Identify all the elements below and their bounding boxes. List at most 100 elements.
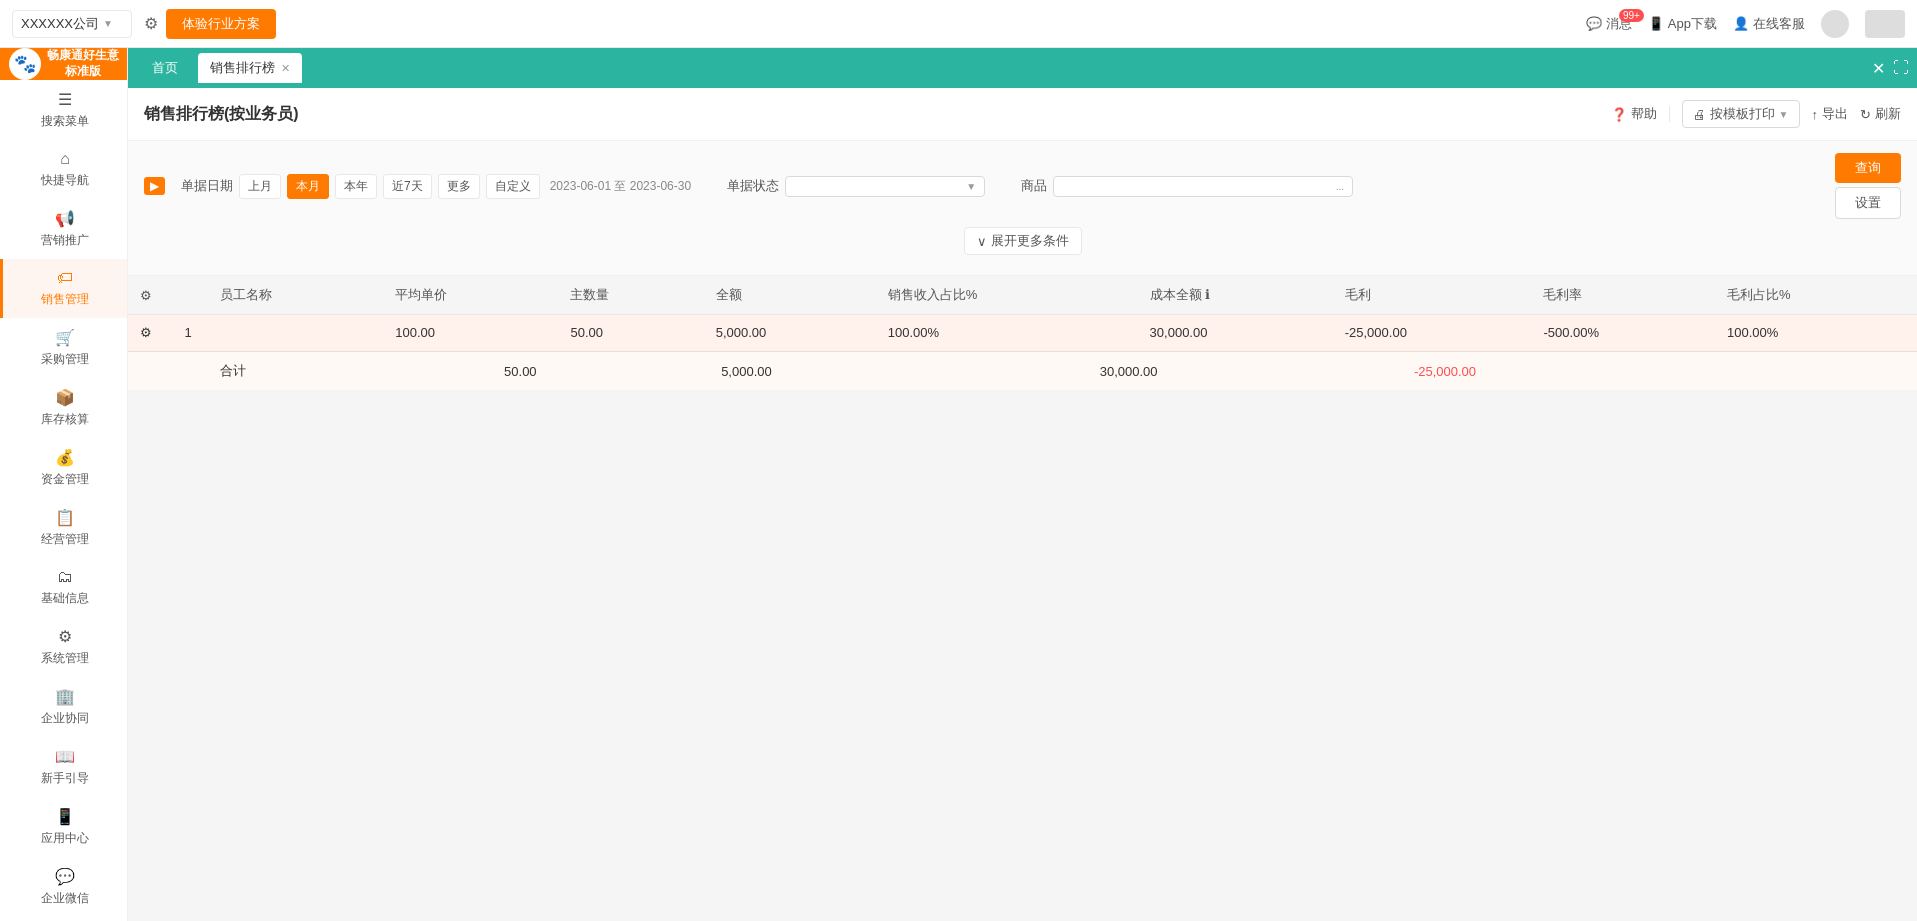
sidebar-item-label: 搜索菜单	[41, 113, 89, 130]
col-header-settings: ⚙	[128, 276, 168, 315]
sidebar-item-purchase[interactable]: 🛒 采购管理	[0, 318, 127, 378]
sidebar-item-app-center[interactable]: 📱 应用中心	[0, 797, 127, 857]
help-button[interactable]: ❓ 帮助	[1611, 105, 1657, 123]
sidebar-item-enterprise-wx[interactable]: 💬 企业微信	[0, 857, 127, 917]
row-gross: -25,000.00	[1333, 315, 1532, 351]
date-btn-more[interactable]: 更多	[438, 174, 480, 199]
export-button[interactable]: ↑ 导出	[1812, 105, 1849, 123]
date-btn-7days[interactable]: 近7天	[383, 174, 432, 199]
expand-conditions-button[interactable]: ∨ 展开更多条件	[964, 227, 1082, 255]
footer-sales-pct	[996, 352, 1088, 391]
status-select[interactable]: ▼	[785, 176, 985, 197]
inventory-icon: 📦	[55, 388, 75, 407]
date-range-display: 2023-06-01 至 2023-06-30	[550, 178, 691, 195]
footer-row: 合计 50.00 5,000.00	[128, 352, 1917, 391]
date-btn-this-year[interactable]: 本年	[335, 174, 377, 199]
sidebar-item-quick-nav[interactable]: ⌂ 快捷导航	[0, 140, 127, 199]
enterprise-icon: 🏢	[55, 687, 75, 706]
sidebar-item-label: 采购管理	[41, 351, 89, 368]
tab-home[interactable]: 首页	[136, 53, 194, 83]
row-gross-rate: -500.00%	[1531, 315, 1715, 351]
tab-bar-right: ✕ ⛶	[1872, 59, 1909, 78]
date-btn-custom[interactable]: 自定义	[486, 174, 540, 199]
guide-icon: 📖	[55, 747, 75, 766]
print-chevron-icon: ▼	[1779, 109, 1789, 120]
sidebar-item-operations[interactable]: 📋 经营管理	[0, 498, 127, 558]
print-button[interactable]: 🖨 按模板打印 ▼	[1682, 100, 1800, 128]
col-header-gross: 毛利	[1333, 276, 1532, 315]
sidebar-item-label: 企业协同	[41, 710, 89, 727]
page-title: 销售排行榜(按业务员)	[144, 104, 1611, 125]
date-btn-last-month[interactable]: 上月	[239, 174, 281, 199]
operations-icon: 📋	[55, 508, 75, 527]
basic-info-icon: 🗂	[57, 568, 73, 586]
top-bar: XXXXXX公司 ▼ ⚙ 体验行业方案 💬 消息 99+ 📱 App下载 👤 在…	[0, 0, 1917, 48]
footer-cost: 30,000.00	[1088, 352, 1402, 391]
sidebar-item-label: 库存核算	[41, 411, 89, 428]
avatar[interactable]	[1821, 10, 1849, 38]
wechat-icon: 💬	[55, 867, 75, 886]
expand-icon: ∨	[977, 234, 987, 249]
logo-icon: 🐾	[9, 48, 41, 80]
sidebar-item-sales[interactable]: 🏷 销售管理	[0, 259, 127, 318]
sidebar-item-search-order[interactable]: ☰ 搜索菜单	[0, 80, 127, 140]
tab-sales-ranking[interactable]: 销售排行榜 ✕	[198, 53, 302, 83]
filter-status: 单据状态 ▼	[727, 176, 985, 197]
settings-button[interactable]: 设置	[1835, 187, 1901, 219]
company-selector[interactable]: XXXXXX公司 ▼	[12, 10, 132, 38]
settings-gear-icon[interactable]: ⚙	[144, 14, 158, 33]
message-button[interactable]: 💬 消息 99+	[1586, 15, 1632, 33]
refresh-icon: ↻	[1860, 107, 1871, 122]
tab-bar: 首页 销售排行榜 ✕ ✕ ⛶	[128, 48, 1917, 88]
row-qty: 50.00	[558, 315, 703, 351]
sidebar-item-basic-info[interactable]: 🗂 基础信息	[0, 558, 127, 617]
message-badge: 99+	[1619, 9, 1644, 22]
app-center-icon: 📱	[55, 807, 75, 826]
app-download-button[interactable]: 📱 App下载	[1648, 15, 1717, 33]
sidebar-item-label: 新手引导	[41, 770, 89, 787]
sidebar-item-enterprise[interactable]: 🏢 企业协同	[0, 677, 127, 737]
sidebar-item-finance[interactable]: 💰 资金管理	[0, 438, 127, 498]
col-header-rank	[168, 276, 208, 315]
goods-dots: ...	[1336, 181, 1344, 192]
content-area: 首页 销售排行榜 ✕ ✕ ⛶ 销售排行榜(按业务员)	[128, 48, 1917, 921]
tab-label: 销售排行榜	[210, 59, 275, 77]
goods-select[interactable]: ...	[1053, 176, 1353, 197]
sidebar: 🐾 畅康通好生意 标准版 ☰ 搜索菜单 ⌂ 快捷导航 📢 营销推广 🏷	[0, 48, 128, 921]
query-button[interactable]: 查询	[1835, 153, 1901, 183]
service-icon: 👤	[1733, 16, 1749, 31]
table-settings-icon[interactable]: ⚙	[140, 288, 152, 303]
purchase-icon: 🛒	[55, 328, 75, 347]
help-icon: ❓	[1611, 107, 1627, 122]
row-settings-cell[interactable]: ⚙	[128, 315, 168, 351]
online-service-button[interactable]: 👤 在线客服	[1733, 15, 1805, 33]
sidebar-item-inventory[interactable]: 📦 库存核算	[0, 378, 127, 438]
footer-gross: -25,000.00	[1402, 352, 1733, 391]
row-amount: 5,000.00	[704, 315, 876, 351]
sidebar-item-marketing[interactable]: 📢 营销推广	[0, 199, 127, 259]
expand-window-icon[interactable]: ⛶	[1893, 59, 1909, 77]
try-plan-button[interactable]: 体验行业方案	[166, 9, 276, 39]
footer-empty-2	[168, 352, 208, 391]
goods-filter-label: 商品	[1021, 177, 1047, 195]
company-name: XXXXXX公司	[21, 15, 99, 33]
sidebar-item-guide[interactable]: 📖 新手引导	[0, 737, 127, 797]
date-btn-this-month[interactable]: 本月	[287, 174, 329, 199]
footer-empty-1	[128, 352, 168, 391]
sidebar-item-label: 经营管理	[41, 531, 89, 548]
refresh-button[interactable]: ↻ 刷新	[1860, 105, 1901, 123]
print-icon: 🖨	[1693, 107, 1706, 122]
row-avg-price: 100.00	[383, 315, 558, 351]
sidebar-item-member[interactable]: ♛ 畅会员	[0, 917, 127, 921]
search-order-icon: ☰	[58, 90, 72, 109]
marketing-icon: 📢	[55, 209, 75, 228]
data-table: ⚙ 员工名称 平均单价	[128, 276, 1917, 351]
filter-arrow-btn[interactable]: ▶	[144, 177, 165, 195]
export-icon: ↑	[1812, 107, 1819, 122]
divider	[1669, 106, 1670, 122]
tab-close-icon[interactable]: ✕	[281, 62, 290, 75]
sidebar-item-system[interactable]: ⚙ 系统管理	[0, 617, 127, 677]
date-filter-label: 单据日期	[181, 177, 233, 195]
close-window-icon[interactable]: ✕	[1872, 59, 1885, 78]
sidebar-item-label: 基础信息	[41, 590, 89, 607]
